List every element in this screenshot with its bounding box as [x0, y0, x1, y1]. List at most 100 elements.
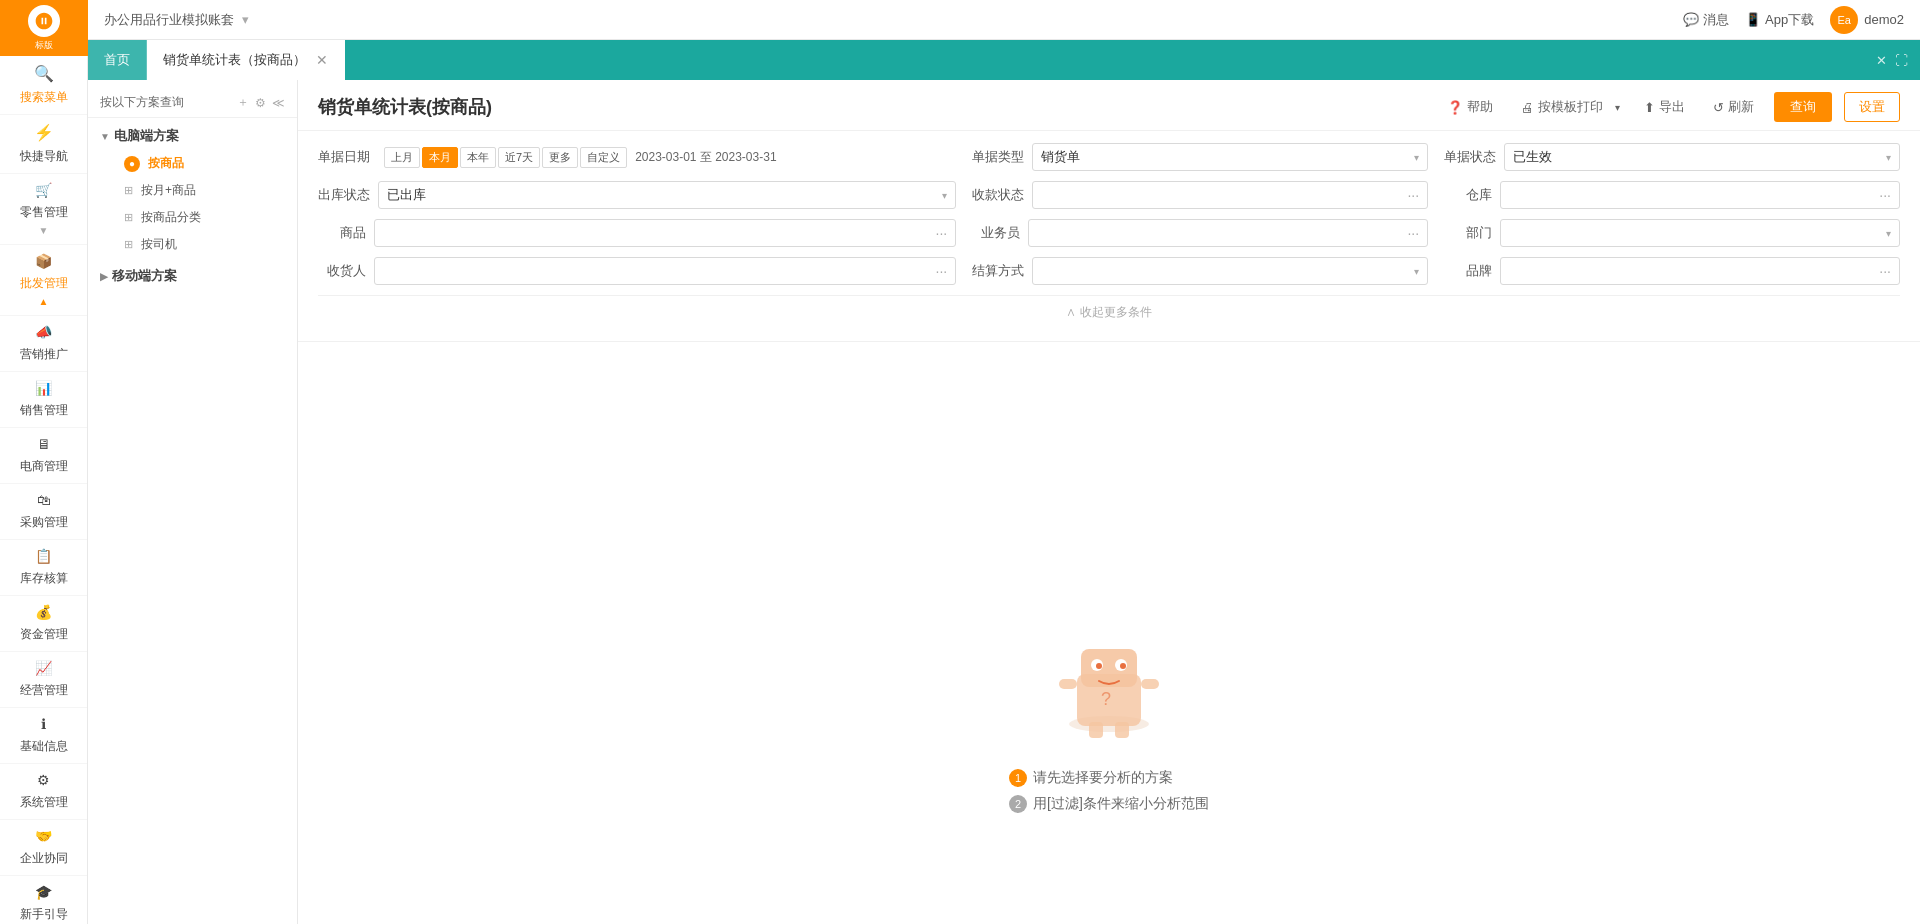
goods-select[interactable]: ··· — [374, 219, 956, 247]
tree-item-by-category[interactable]: ⊞ 按商品分类 — [116, 204, 297, 231]
tree-item-by-driver[interactable]: ⊞ 按司机 — [116, 231, 297, 258]
tab-close-icon[interactable]: ✕ — [316, 52, 328, 68]
help-icon: ❓ — [1447, 100, 1463, 115]
doctype-select[interactable]: 销货单 ▾ — [1032, 143, 1428, 171]
filter-brand-cell: 品牌 ··· — [1428, 257, 1900, 285]
recipient-select[interactable]: ··· — [374, 257, 956, 285]
sidebar-item-operations[interactable]: 📈 经营管理 — [0, 652, 87, 708]
sidebar-item-ecommerce[interactable]: 🖥 电商管理 — [0, 428, 87, 484]
help-btn[interactable]: ❓ 帮助 — [1439, 94, 1501, 120]
export-btn[interactable]: ⬆ 导出 — [1636, 94, 1693, 120]
collapse-panel-icon[interactable]: ≪ — [272, 96, 285, 110]
sidebar-item-basic[interactable]: ℹ 基础信息 — [0, 708, 87, 764]
header-right: 💬 消息 📱 App下载 Ea demo2 — [1683, 6, 1904, 34]
app-download-btn[interactable]: 📱 App下载 — [1745, 11, 1814, 29]
left-panel: 按以下方案查询 ＋ ⚙ ≪ ▼ 电脑端方案 ● 按商品 ⊞ 按月+商品 — [88, 80, 298, 924]
tree-group-desktop[interactable]: ▼ 电脑端方案 — [88, 122, 297, 150]
recipient-dots: ··· — [936, 263, 948, 279]
filter-row-1: 单据日期 上月 本月 本年 近7天 更多 自定义 2023-03-01 至 20… — [318, 143, 1900, 171]
date-this-year[interactable]: 本年 — [460, 147, 496, 168]
print-btn[interactable]: 🖨 按模板打印 — [1513, 94, 1611, 120]
filter-doctype-cell: 单据类型 销货单 ▾ — [956, 143, 1428, 171]
tip1-circle: 1 — [1009, 769, 1027, 787]
sidebar-item-guide[interactable]: 🎓 新手引导 — [0, 876, 87, 924]
refresh-icon: ↺ — [1713, 100, 1724, 115]
sidebar-item-finance[interactable]: 💰 资金管理 — [0, 596, 87, 652]
docstatus-select[interactable]: 已生效 ▾ — [1504, 143, 1900, 171]
sidebar-item-retail[interactable]: 🛒 零售管理 ▼ — [0, 174, 87, 245]
sidebar-item-system[interactable]: ⚙ 系统管理 — [0, 764, 87, 820]
docstatus-arrow: ▾ — [1886, 152, 1891, 163]
sidebar-item-sales[interactable]: 📊 销售管理 — [0, 372, 87, 428]
sidebar-item-search[interactable]: 🔍 搜索菜单 — [0, 56, 87, 115]
tree-item-by-goods[interactable]: ● 按商品 — [116, 150, 297, 177]
stock-select[interactable]: 已出库 ▾ — [378, 181, 956, 209]
maximize-icon[interactable]: ⛶ — [1895, 53, 1908, 68]
content-area: 按以下方案查询 ＋ ⚙ ≪ ▼ 电脑端方案 ● 按商品 ⊞ 按月+商品 — [88, 80, 1920, 924]
date-last-7days[interactable]: 近7天 — [498, 147, 540, 168]
settlement-select[interactable]: ▾ — [1032, 257, 1428, 285]
department-select[interactable]: ▾ — [1500, 219, 1900, 247]
tree-item-by-month-goods[interactable]: ⊞ 按月+商品 — [116, 177, 297, 204]
left-panel-header: 按以下方案查询 ＋ ⚙ ≪ — [88, 88, 297, 118]
active-dot: ● — [124, 156, 140, 172]
goods-dots: ··· — [936, 225, 948, 241]
svg-point-6 — [1120, 663, 1126, 669]
message-icon: 💬 — [1683, 12, 1699, 27]
salesperson-label: 业务员 — [972, 224, 1028, 242]
date-quick-buttons: 上月 本月 本年 近7天 更多 自定义 — [384, 147, 627, 168]
date-custom[interactable]: 自定义 — [580, 147, 627, 168]
svg-point-5 — [1096, 663, 1102, 669]
messages-btn[interactable]: 💬 消息 — [1683, 11, 1729, 29]
sidebar-item-marketing[interactable]: 📣 营销推广 — [0, 316, 87, 372]
date-this-month[interactable]: 本月 — [422, 147, 458, 168]
svg-rect-7 — [1059, 679, 1077, 689]
date-last-month[interactable]: 上月 — [384, 147, 420, 168]
brand-select[interactable]: ··· — [1500, 257, 1900, 285]
filter-stock-cell: 出库状态 已出库 ▾ — [318, 181, 956, 209]
filter-date-cell: 单据日期 上月 本月 本年 近7天 更多 自定义 2023-03-01 至 20… — [318, 147, 956, 168]
sidebar-item-wholesale[interactable]: 📦 批发管理 ▲ — [0, 245, 87, 316]
main-area: 办公用品行业模拟账套 ▾ 💬 消息 📱 App下载 Ea demo2 首页 — [88, 0, 1920, 924]
filter-department-cell: 部门 ▾ — [1428, 219, 1900, 247]
filter-recipient-cell: 收货人 ··· — [318, 257, 956, 285]
tab-sales-stats[interactable]: 销货单统计表（按商品） ✕ — [147, 40, 345, 80]
refresh-btn[interactable]: ↺ 刷新 — [1705, 94, 1762, 120]
app-logo: 标版 — [0, 0, 88, 56]
empty-tip-1: 1 请先选择要分析的方案 — [1009, 769, 1173, 787]
header-left: 办公用品行业模拟账套 ▾ — [104, 11, 249, 29]
add-scheme-icon[interactable]: ＋ — [237, 94, 249, 111]
print-dropdown-arrow[interactable]: ▾ — [1611, 98, 1624, 117]
warehouse-dots: ··· — [1879, 187, 1891, 203]
dropdown-arrow[interactable]: ▾ — [242, 12, 249, 27]
settings-scheme-icon[interactable]: ⚙ — [255, 96, 266, 110]
collapse-conditions-btn[interactable]: ∧ 收起更多条件 — [318, 295, 1900, 329]
query-btn[interactable]: 查询 — [1774, 92, 1832, 122]
date-label: 单据日期 — [318, 148, 378, 166]
empty-illustration: ? — [1049, 629, 1169, 749]
filter-docstatus-cell: 单据状态 已生效 ▾ — [1428, 143, 1900, 171]
salesperson-select[interactable]: ··· — [1028, 219, 1428, 247]
empty-tips: 1 请先选择要分析的方案 2 用[过滤]条件来缩小分析范围 — [1009, 769, 1209, 813]
right-panel: 销货单统计表(按商品) ❓ 帮助 🖨 按模板打印 ▾ ⬆ — [298, 80, 1920, 924]
top-header: 办公用品行业模拟账套 ▾ 💬 消息 📱 App下载 Ea demo2 — [88, 0, 1920, 40]
sidebar-item-inventory[interactable]: 📋 库存核算 — [0, 540, 87, 596]
sidebar-item-purchase[interactable]: 🛍 采购管理 — [0, 484, 87, 540]
tab-home[interactable]: 首页 — [88, 40, 147, 80]
filter-payment-cell: 收款状态 ··· — [956, 181, 1428, 209]
empty-state: ? 1 请先选择要分析的方案 2 用[过滤]条件来缩小分析范围 — [298, 342, 1920, 924]
sidebar-item-quicknav[interactable]: ⚡ 快捷导航 — [0, 115, 87, 174]
close-icon[interactable]: ✕ — [1876, 53, 1887, 68]
filter-salesperson-cell: 业务员 ··· — [956, 219, 1428, 247]
user-profile[interactable]: Ea demo2 — [1830, 6, 1904, 34]
payment-select[interactable]: ··· — [1032, 181, 1428, 209]
filter-area: 单据日期 上月 本月 本年 近7天 更多 自定义 2023-03-01 至 20… — [298, 131, 1920, 342]
warehouse-select[interactable]: ··· — [1500, 181, 1900, 209]
tree-group-mobile[interactable]: ▶ 移动端方案 — [88, 262, 297, 290]
export-icon: ⬆ — [1644, 100, 1655, 115]
sidebar-item-enterprise[interactable]: 🤝 企业协同 — [0, 820, 87, 876]
date-more[interactable]: 更多 — [542, 147, 578, 168]
settings-btn[interactable]: 设置 — [1844, 92, 1900, 122]
grid-icon-1: ⊞ — [124, 184, 133, 197]
tab-maximize-btn[interactable]: ✕ ⛶ — [1864, 40, 1920, 80]
